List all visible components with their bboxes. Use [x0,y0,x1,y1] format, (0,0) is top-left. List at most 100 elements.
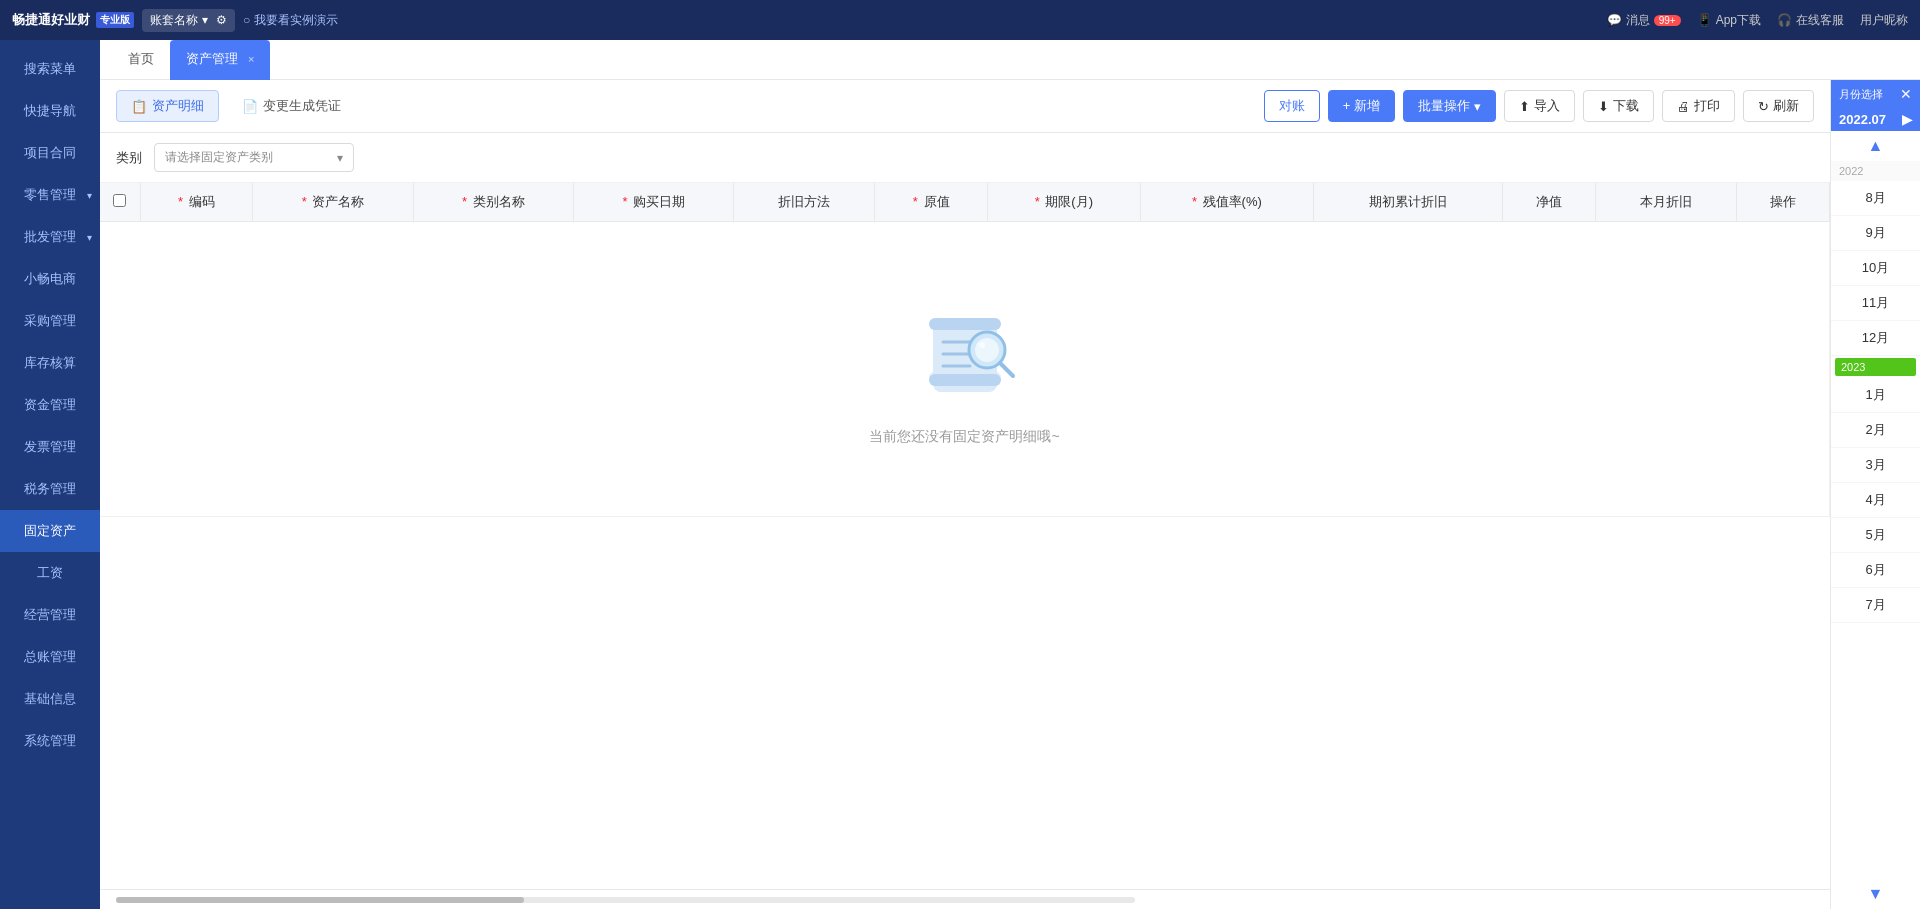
empty-message: 当前您还没有固定资产明细哦~ [869,428,1059,446]
quicknav-label: 快捷导航 [24,102,76,120]
subtab-voucher[interactable]: 📄 变更生成凭证 [227,90,356,122]
month-item-jan[interactable]: 1月 [1831,378,1920,413]
year-label: 2022.07 [1839,112,1886,127]
horizontal-scrollbar[interactable] [116,897,1135,903]
user-info[interactable]: 用户昵称 [1860,12,1908,29]
category-label: 类别 [116,149,142,167]
sidebar-item-ledger[interactable]: 总账管理 [0,636,100,678]
sidebar-item-search[interactable]: 搜索菜单 [0,48,100,90]
app-download-button[interactable]: 📱 App下载 [1697,12,1761,29]
sidebar-item-retail[interactable]: 零售管理 ▾ [0,174,100,216]
salary-label: 工资 [37,564,63,582]
month-item-oct[interactable]: 10月 [1831,251,1920,286]
sub-tab-bar: 📋 资产明细 📄 变更生成凭证 对账 + 新增 [100,80,1830,133]
sidebar-item-ecommerce[interactable]: 小畅电商 [0,258,100,300]
month-item-jun[interactable]: 6月 [1831,553,1920,588]
expand-icon[interactable]: ▶ [1902,112,1912,127]
app-download-label: App下载 [1716,12,1761,29]
demo-link[interactable]: ○ 我要看实例演示 [243,12,338,29]
tab-home[interactable]: 首页 [112,40,170,80]
month-item-may[interactable]: 5月 [1831,518,1920,553]
category-placeholder: 请选择固定资产类别 [165,149,273,166]
sidebar-item-basicinfo[interactable]: 基础信息 [0,678,100,720]
th-monthly: 本月折旧 [1595,183,1736,222]
month-item-aug[interactable]: 8月 [1831,181,1920,216]
empty-state: 当前您还没有固定资产明细哦~ [112,232,1817,506]
online-service-button[interactable]: 🎧 在线客服 [1777,12,1844,29]
batch-arrow-icon: ▾ [1474,99,1481,114]
page-content: 📋 资产明细 📄 变更生成凭证 对账 + 新增 [100,80,1920,909]
main-panel: 📋 资产明细 📄 变更生成凭证 对账 + 新增 [100,80,1830,909]
select-all-checkbox[interactable] [113,194,126,207]
basicinfo-label: 基础信息 [24,690,76,708]
th-operations: 操作 [1736,183,1829,222]
th-original-value: * 原值 [875,183,988,222]
month-scroll-down[interactable]: ▼ [1831,879,1920,909]
month-item-sep[interactable]: 9月 [1831,216,1920,251]
account-selector[interactable]: 账套名称 ▾ ⚙ [142,9,235,32]
sidebar-item-tax[interactable]: 税务管理 [0,468,100,510]
demo-text: 我要看实例演示 [254,12,338,29]
month-item-nov[interactable]: 11月 [1831,286,1920,321]
month-item-feb[interactable]: 2月 [1831,413,1920,448]
filter-bar: 类别 请选择固定资产类别 ▾ [100,133,1830,183]
tab-close-icon[interactable]: × [248,53,254,65]
month-item-jul[interactable]: 7月 [1831,588,1920,623]
sidebar-item-contract[interactable]: 项目合同 [0,132,100,174]
app-icon: 📱 [1697,13,1712,27]
category-select[interactable]: 请选择固定资产类别 ▾ [154,143,354,172]
subtab-detail[interactable]: 📋 资产明细 [116,90,219,122]
settings-icon[interactable]: ⚙ [216,13,227,27]
sidebar-item-purchase[interactable]: 采购管理 [0,300,100,342]
message-badge: 99+ [1654,15,1681,26]
th-category: * 类别名称 [413,183,573,222]
sidebar-item-quicknav[interactable]: 快捷导航 [0,90,100,132]
tax-label: 税务管理 [24,480,76,498]
empty-cell: 当前您还没有固定资产明细哦~ [100,222,1830,517]
sidebar-item-system[interactable]: 系统管理 [0,720,100,762]
sidebar-item-finance[interactable]: 资金管理 [0,384,100,426]
month-item-apr[interactable]: 4月 [1831,483,1920,518]
scrollbar-thumb[interactable] [116,897,524,903]
month-item-mar[interactable]: 3月 [1831,448,1920,483]
required-mark: * [913,194,918,209]
year-2022-group: 2022 [1831,161,1920,181]
sidebar-item-inventory[interactable]: 库存核算 [0,342,100,384]
close-month-panel-icon[interactable]: ✕ [1900,86,1912,102]
month-panel: 月份选择 ✕ 2022.07 ▶ ▲ 2022 8月 9月 10月 11月 12… [1830,80,1920,909]
reconcile-button[interactable]: 对账 [1264,90,1320,122]
print-button[interactable]: 🖨 打印 [1662,90,1735,122]
sidebar-item-wholesale[interactable]: 批发管理 ▾ [0,216,100,258]
year-2023-group: 2023 [1835,358,1916,376]
retail-label: 零售管理 [24,186,76,204]
sidebar-item-invoice[interactable]: 发票管理 [0,426,100,468]
th-checkbox [100,183,140,222]
tab-assets[interactable]: 资产管理 × [170,40,270,80]
add-button[interactable]: + 新增 [1328,90,1395,122]
wholesale-arrow: ▾ [87,232,92,243]
subtab-voucher-label: 变更生成凭证 [263,97,341,115]
sidebar-item-fixedassets[interactable]: 固定资产 [0,510,100,552]
refresh-button[interactable]: ↻ 刷新 [1743,90,1814,122]
month-item-dec[interactable]: 12月 [1831,321,1920,356]
th-purchase-date: * 购买日期 [574,183,734,222]
reconcile-label: 对账 [1279,97,1305,115]
sidebar-item-operations[interactable]: 经营管理 [0,594,100,636]
ledger-label: 总账管理 [24,648,76,666]
import-button[interactable]: ⬆ 导入 [1504,90,1575,122]
sidebar-item-salary[interactable]: 工资 [0,552,100,594]
brand-edition: 专业版 [96,12,134,28]
batch-button[interactable]: 批量操作 ▾ [1403,90,1496,122]
message-button[interactable]: 💬 消息 99+ [1607,12,1681,29]
assets-table: * 编码 * 资产名称 * 类别名称 [100,183,1830,517]
table-container: * 编码 * 资产名称 * 类别名称 [100,183,1830,889]
message-icon: 💬 [1607,13,1622,27]
download-button[interactable]: ⬇ 下载 [1583,90,1654,122]
download-icon: ⬇ [1598,99,1609,114]
th-code: * 编码 [140,183,253,222]
content-area: 首页 资产管理 × 📋 资产明细 📄 变更生成凭证 [100,40,1920,909]
subtab-detail-label: 资产明细 [152,97,204,115]
required-mark: * [1035,194,1040,209]
month-scroll-up[interactable]: ▲ [1831,131,1920,161]
fixedassets-label: 固定资产 [24,522,76,540]
